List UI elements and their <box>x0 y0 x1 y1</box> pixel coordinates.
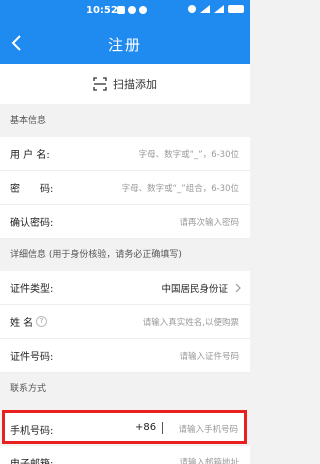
phone-label: 手机号码: <box>10 426 54 437</box>
email-field[interactable]: 电子邮箱: 请输入邮箱地址 <box>0 446 250 464</box>
id-number-placeholder: 请输入证件号码 <box>179 351 239 362</box>
signal-icon <box>200 5 210 13</box>
scan-add-button[interactable]: 扫描添加 <box>0 64 250 104</box>
confirm-password-placeholder: 请再次输入密码 <box>179 217 239 228</box>
confirm-password-field[interactable]: 确认密码: 请再次输入密码 <box>0 205 250 239</box>
phone-number-field[interactable]: 手机号码: +86 请输入手机号码 <box>2 410 247 444</box>
id-number-field[interactable]: 证件号码: 请输入证件号码 <box>0 339 250 373</box>
page-title: 注册 <box>107 36 142 54</box>
section-basic-info: 基本信息 <box>0 106 250 137</box>
real-name-label: 姓 名 <box>10 318 34 329</box>
id-type-value: 中国居民身份证 <box>161 283 228 295</box>
password-field[interactable]: 密 码: 字母、数字或“_”组合，6-30位 <box>0 171 250 205</box>
scan-label: 扫描添加 <box>113 78 157 91</box>
id-number-label: 证件号码: <box>10 352 54 363</box>
username-field[interactable]: 用 户 名: 字母、数字或“_”，6-30位 <box>0 137 250 171</box>
wifi-icon <box>214 5 224 13</box>
app-notification-icon <box>139 6 147 14</box>
id-type-label: 证件类型: <box>10 284 54 295</box>
chevron-right-icon <box>235 283 241 293</box>
username-label: 用 户 名: <box>10 150 50 161</box>
real-name-field[interactable]: 姓 名 ? 请输入真实姓名,以便购票 <box>0 305 250 339</box>
confirm-password-label: 确认密码: <box>10 218 54 229</box>
notification-icons <box>117 6 147 14</box>
status-bar: 10:52 <box>0 0 250 22</box>
email-placeholder: 请输入邮箱地址 <box>179 458 239 464</box>
phone-placeholder: 请输入手机号码 <box>178 425 238 435</box>
password-label: 密 码: <box>10 184 54 195</box>
section-contact: 联系方式 <box>0 374 250 405</box>
app-notification-icon <box>128 6 136 14</box>
username-placeholder: 字母、数字或“_”，6-30位 <box>138 149 239 160</box>
mute-icon <box>188 5 196 13</box>
section-detail-info: 详细信息 (用于身份核验，请务必正确填写) <box>0 240 250 271</box>
help-icon[interactable]: ? <box>36 316 47 327</box>
password-placeholder: 字母、数字或“_”组合，6-30位 <box>121 183 239 194</box>
nav-bar: 注册 <box>0 22 250 64</box>
email-label: 电子邮箱: <box>10 455 53 464</box>
id-type-select[interactable]: 证件类型: 中国居民身份证 <box>0 271 250 305</box>
system-icons <box>188 5 244 13</box>
real-name-placeholder: 请输入真实姓名,以便购票 <box>142 317 239 328</box>
divider <box>162 422 163 434</box>
message-icon <box>117 6 125 14</box>
battery-icon <box>228 5 244 13</box>
scan-icon <box>93 77 107 91</box>
status-time: 10:52 <box>86 5 118 16</box>
country-code-selector[interactable]: +86 <box>135 422 156 433</box>
